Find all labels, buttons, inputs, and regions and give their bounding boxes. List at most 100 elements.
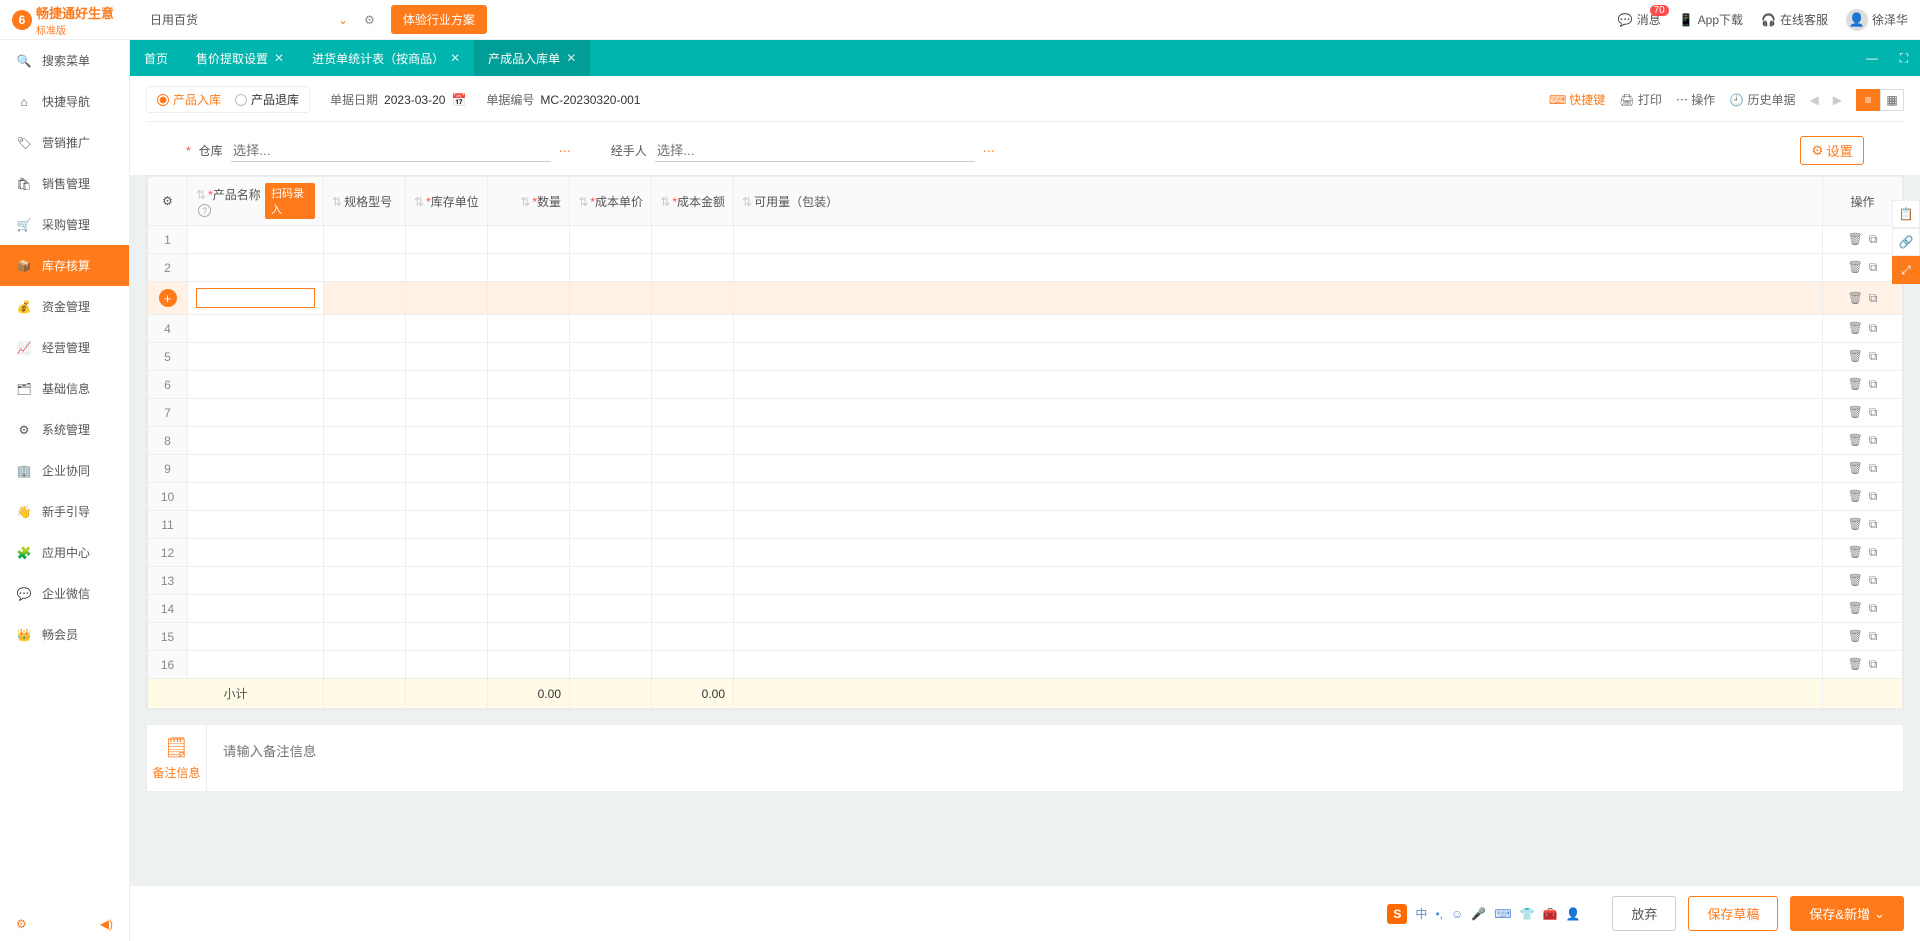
- row-delete-icon[interactable]: 🗑: [1848, 433, 1863, 447]
- ime-lang[interactable]: 中: [1415, 905, 1427, 922]
- row-copy-icon[interactable]: ⧉: [1869, 657, 1878, 671]
- cell-price[interactable]: [570, 567, 652, 595]
- cell-available[interactable]: [734, 623, 1823, 651]
- cell-amount[interactable]: [652, 254, 734, 282]
- rail-expand-icon[interactable]: ⤢: [1892, 256, 1920, 284]
- row-copy-icon[interactable]: ⧉: [1869, 232, 1878, 246]
- row-copy-icon[interactable]: ⧉: [1869, 629, 1878, 643]
- table-row[interactable]: 1🗑⧉: [148, 226, 1903, 254]
- cell-unit[interactable]: [406, 511, 488, 539]
- tab-close-icon[interactable]: ✕: [450, 51, 460, 65]
- cell-amount[interactable]: [652, 371, 734, 399]
- view-list-button[interactable]: ≡: [1856, 89, 1880, 111]
- cell-unit[interactable]: [406, 343, 488, 371]
- cell-available[interactable]: [734, 511, 1823, 539]
- cell-product-name[interactable]: [188, 427, 324, 455]
- cell-qty[interactable]: [488, 226, 570, 254]
- view-card-button[interactable]: ▦: [1880, 89, 1904, 111]
- cell-spec[interactable]: [324, 595, 406, 623]
- cell-qty[interactable]: [488, 399, 570, 427]
- sidebar-item-5[interactable]: 📦库存核算: [0, 245, 129, 286]
- row-copy-icon[interactable]: ⧉: [1869, 405, 1878, 419]
- cell-spec[interactable]: [324, 539, 406, 567]
- sidebar-item-4[interactable]: 🛒采购管理: [0, 204, 129, 245]
- row-copy-icon[interactable]: ⧉: [1869, 260, 1878, 274]
- sidebar-item-3[interactable]: 🛍销售管理: [0, 163, 129, 204]
- ime-punct-icon[interactable]: •,: [1435, 907, 1443, 921]
- cell-available[interactable]: [734, 427, 1823, 455]
- cell-price[interactable]: [570, 483, 652, 511]
- cell-qty[interactable]: [488, 539, 570, 567]
- ime-emoji-icon[interactable]: ☺: [1451, 907, 1463, 921]
- cell-price[interactable]: [570, 254, 652, 282]
- operate-button[interactable]: ⋯ 操作: [1676, 91, 1715, 108]
- row-delete-icon[interactable]: 🗑: [1848, 321, 1863, 335]
- cell-amount[interactable]: [652, 226, 734, 254]
- print-button[interactable]: 🖨 打印: [1619, 91, 1662, 108]
- sogou-icon[interactable]: S: [1387, 904, 1407, 924]
- cell-price[interactable]: [570, 595, 652, 623]
- warehouse-input[interactable]: [231, 140, 551, 162]
- sidebar-item-1[interactable]: ⌂快捷导航: [0, 81, 129, 122]
- ime-keyboard-icon[interactable]: ⌨: [1494, 907, 1511, 921]
- cell-qty[interactable]: [488, 371, 570, 399]
- calendar-icon[interactable]: 📅: [451, 93, 466, 107]
- cell-qty[interactable]: [488, 315, 570, 343]
- cell-product-name[interactable]: [188, 455, 324, 483]
- cell-available[interactable]: [734, 595, 1823, 623]
- row-copy-icon[interactable]: ⧉: [1869, 321, 1878, 335]
- cell-unit[interactable]: [406, 315, 488, 343]
- th-spec[interactable]: ⇅规格型号: [324, 177, 406, 226]
- cell-unit[interactable]: [406, 455, 488, 483]
- cell-unit[interactable]: [406, 623, 488, 651]
- table-row[interactable]: 12🗑⧉: [148, 539, 1903, 567]
- cell-unit[interactable]: [406, 651, 488, 679]
- cell-unit[interactable]: [406, 483, 488, 511]
- ime-user-icon[interactable]: 👤: [1565, 907, 1580, 921]
- cell-price[interactable]: [570, 343, 652, 371]
- sidebar-item-14[interactable]: 👑畅会员: [0, 614, 129, 655]
- cell-unit[interactable]: [406, 226, 488, 254]
- cell-spec[interactable]: [324, 399, 406, 427]
- table-row[interactable]: 5🗑⧉: [148, 343, 1903, 371]
- row-delete-icon[interactable]: 🗑: [1848, 545, 1863, 559]
- table-row[interactable]: 9🗑⧉: [148, 455, 1903, 483]
- cell-spec[interactable]: [324, 567, 406, 595]
- cell-price[interactable]: [570, 651, 652, 679]
- cell-price[interactable]: [570, 427, 652, 455]
- cell-product-name[interactable]: [188, 254, 324, 282]
- hotkey-button[interactable]: ⌨ 快捷键: [1549, 91, 1605, 108]
- row-copy-icon[interactable]: ⧉: [1869, 349, 1878, 363]
- table-row[interactable]: 10🗑⧉: [148, 483, 1903, 511]
- th-gear[interactable]: ⚙: [148, 177, 188, 226]
- next-record-button[interactable]: ▶: [1833, 93, 1842, 107]
- cell-product-name[interactable]: [188, 651, 324, 679]
- try-industry-button[interactable]: 体验行业方案: [391, 5, 487, 34]
- user-menu[interactable]: 👤 徐泽华: [1846, 9, 1908, 31]
- th-amount[interactable]: ⇅*成本金额: [652, 177, 734, 226]
- prev-record-button[interactable]: ◀: [1810, 93, 1819, 107]
- tabs-minimize-button[interactable]: —: [1856, 40, 1888, 76]
- sidebar-item-10[interactable]: 🏢企业协同: [0, 450, 129, 491]
- row-copy-icon[interactable]: ⧉: [1869, 601, 1878, 615]
- row-delete-icon[interactable]: 🗑: [1848, 629, 1863, 643]
- cell-spec[interactable]: [324, 483, 406, 511]
- cell-spec[interactable]: [324, 371, 406, 399]
- cell-product-name[interactable]: [188, 539, 324, 567]
- row-delete-icon[interactable]: 🗑: [1848, 489, 1863, 503]
- sidebar-settings-icon[interactable]: ⚙: [16, 917, 27, 931]
- cell-spec[interactable]: [324, 254, 406, 282]
- cell-spec[interactable]: [324, 651, 406, 679]
- cell-available[interactable]: [734, 282, 1823, 315]
- sidebar-item-0[interactable]: 🔍搜索菜单: [0, 40, 129, 81]
- ime-mic-icon[interactable]: 🎤: [1471, 907, 1486, 921]
- cell-amount[interactable]: [652, 483, 734, 511]
- row-copy-icon[interactable]: ⧉: [1869, 377, 1878, 391]
- rail-clipboard-icon[interactable]: 📋: [1892, 200, 1920, 228]
- cell-amount[interactable]: [652, 539, 734, 567]
- sidebar-item-13[interactable]: 💬企业微信: [0, 573, 129, 614]
- row-copy-icon[interactable]: ⧉: [1869, 517, 1878, 531]
- sidebar-item-9[interactable]: ⚙系统管理: [0, 409, 129, 450]
- cell-unit[interactable]: [406, 254, 488, 282]
- cell-unit[interactable]: [406, 427, 488, 455]
